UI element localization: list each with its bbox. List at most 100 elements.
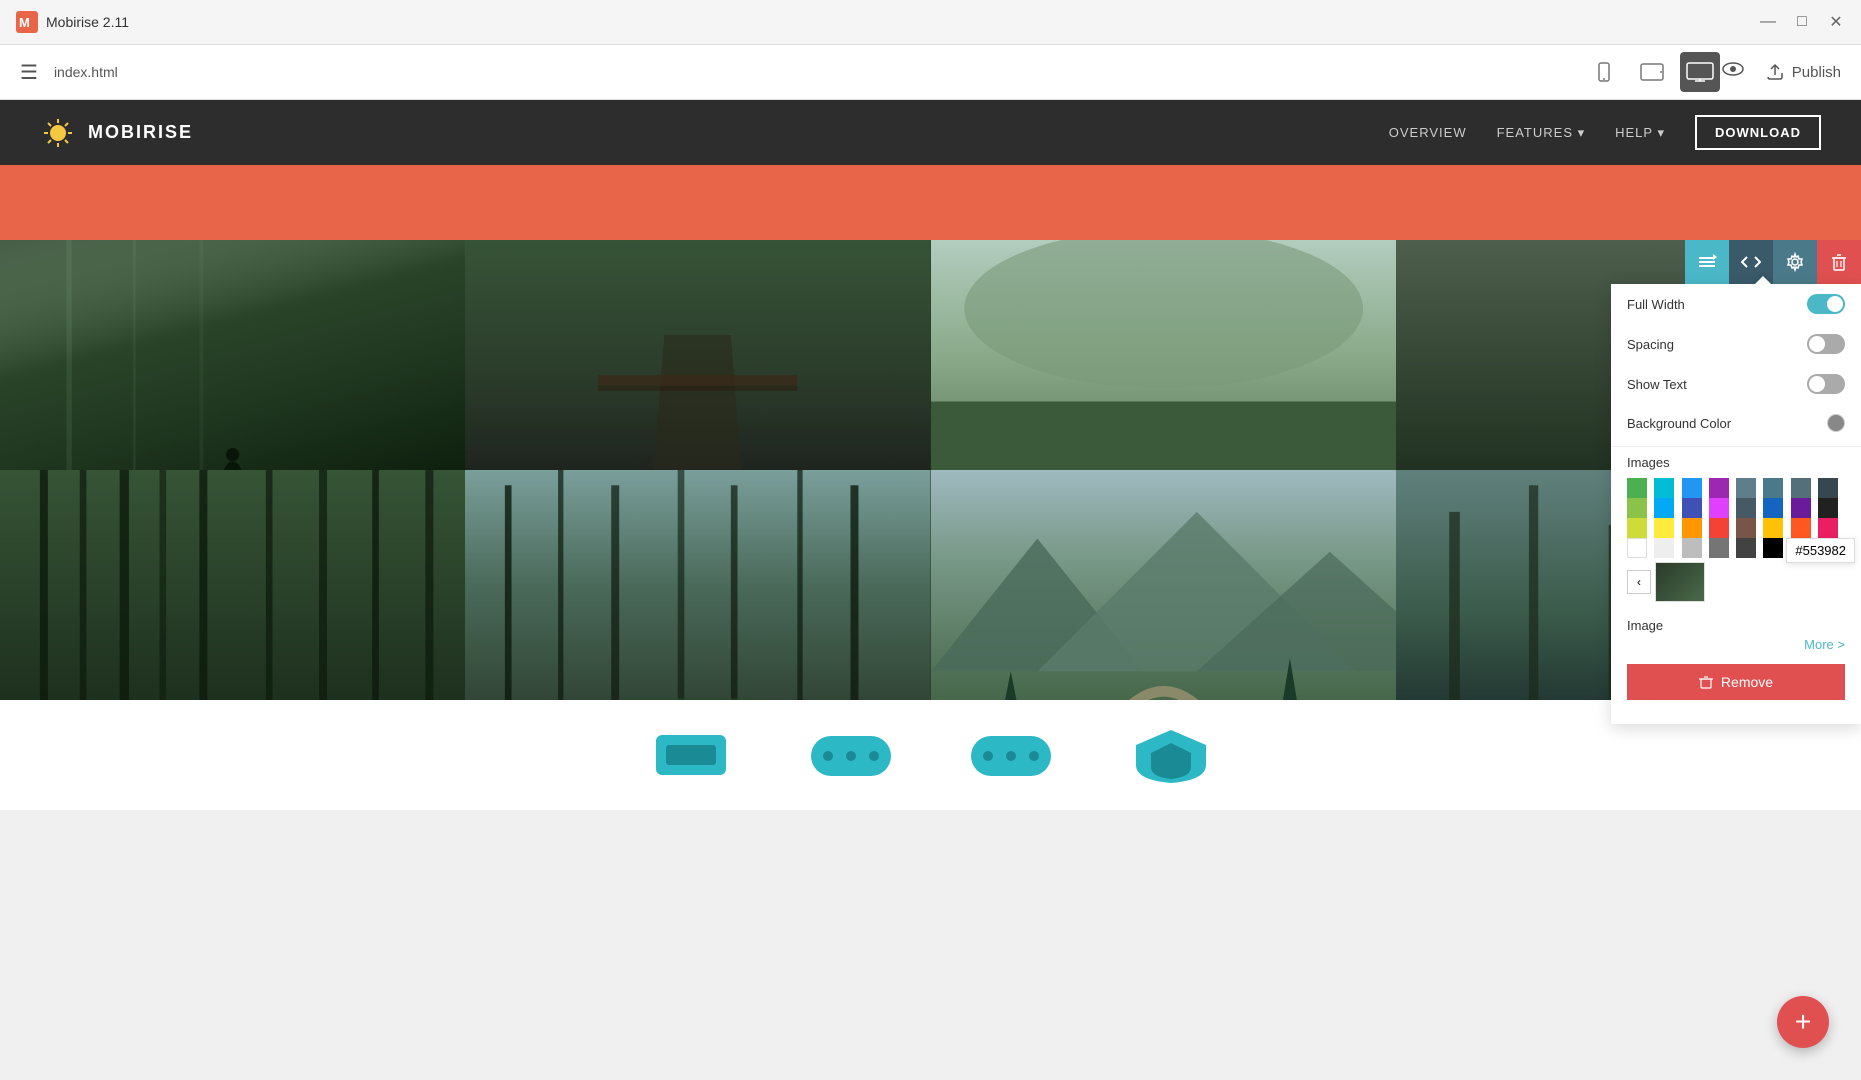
more-link[interactable]: More > (1611, 633, 1861, 656)
close-button[interactable]: ✕ (1827, 13, 1845, 31)
color-purple[interactable] (1709, 478, 1729, 498)
device-switcher (1584, 52, 1720, 92)
gallery-cell-1 (0, 240, 465, 470)
color-light-gray[interactable] (1654, 538, 1674, 558)
nav-help[interactable]: HELP ▾ (1615, 125, 1665, 141)
color-medium-gray[interactable] (1682, 538, 1702, 558)
trash-icon-small (1699, 675, 1713, 689)
publish-button[interactable]: Publish (1766, 63, 1841, 81)
mobile-view-button[interactable] (1584, 52, 1624, 92)
window-controls: — □ ✕ (1759, 13, 1845, 31)
color-pink-2[interactable] (1818, 518, 1838, 538)
gallery-cell-2 (465, 240, 930, 470)
gallery-img-6 (465, 470, 930, 700)
color-blue-2[interactable] (1763, 498, 1783, 518)
preview-button[interactable] (1720, 58, 1746, 86)
svg-text:M: M (19, 15, 30, 30)
arrange-button[interactable] (1685, 240, 1729, 284)
spacing-toggle[interactable] (1807, 334, 1845, 354)
color-light-blue[interactable] (1654, 498, 1674, 518)
image-thumbnail (1655, 562, 1705, 602)
bg-color-swatch[interactable] (1827, 414, 1845, 432)
remove-label: Remove (1721, 674, 1773, 690)
color-dark-gray[interactable] (1736, 538, 1756, 558)
menu-icon[interactable]: ☰ (20, 60, 38, 85)
show-text-label: Show Text (1627, 377, 1687, 392)
icon-3 (971, 725, 1051, 785)
icon-2 (811, 725, 891, 785)
site-logo: MOBIRISE (40, 115, 193, 151)
feature-icon-2 (806, 728, 896, 783)
settings-button[interactable] (1773, 240, 1817, 284)
site-navbar: MOBIRISE OVERVIEW FEATURES ▾ HELP ▾ DOWN… (0, 100, 1861, 165)
main-toolbar: ☰ index.html (0, 45, 1861, 100)
color-cyan[interactable] (1654, 478, 1674, 498)
full-width-row: Full Width (1611, 284, 1861, 324)
color-yellow[interactable] (1654, 518, 1674, 538)
delete-button[interactable] (1817, 240, 1861, 284)
color-blue-gray[interactable] (1736, 478, 1756, 498)
color-black[interactable] (1763, 538, 1783, 558)
gallery-cell-7 (931, 470, 1396, 700)
block-toolbar (1685, 240, 1861, 284)
gallery-img-3 (931, 240, 1396, 470)
color-gray[interactable] (1709, 538, 1729, 558)
color-dark-1[interactable] (1818, 498, 1838, 518)
color-yellow-green[interactable] (1627, 518, 1647, 538)
app-logo: M Mobirise 2.11 (16, 11, 129, 33)
publish-label: Publish (1792, 64, 1841, 81)
toolbar-right: Publish (1720, 58, 1841, 86)
color-purple-dark[interactable] (1791, 498, 1811, 518)
color-red[interactable] (1709, 518, 1729, 538)
hex-value: #553982 (1795, 543, 1846, 558)
nav-features[interactable]: FEATURES ▾ (1497, 125, 1586, 141)
color-blue[interactable] (1682, 478, 1702, 498)
site-brand-name: MOBIRISE (88, 122, 193, 143)
code-icon (1741, 252, 1761, 272)
show-text-row: Show Text (1611, 364, 1861, 404)
site-logo-sun-icon (40, 115, 76, 151)
eye-icon (1720, 58, 1746, 80)
remove-button[interactable]: Remove (1627, 664, 1845, 700)
full-width-toggle[interactable] (1807, 294, 1845, 314)
nav-overview[interactable]: OVERVIEW (1389, 125, 1467, 140)
nav-download[interactable]: DOWNLOAD (1695, 115, 1821, 150)
desktop-view-button[interactable] (1680, 52, 1720, 92)
mobile-icon (1593, 61, 1615, 83)
minimize-button[interactable]: — (1759, 13, 1777, 31)
add-block-button[interactable]: + (1777, 996, 1829, 1048)
color-pink[interactable] (1709, 498, 1729, 518)
gallery-grid: Full Width Spacing Show Text (0, 240, 1861, 700)
color-slate[interactable] (1791, 478, 1811, 498)
divider-1 (1611, 446, 1861, 447)
tablet-view-button[interactable] (1632, 52, 1672, 92)
trash-icon (1829, 252, 1849, 272)
feature-icon-3 (966, 728, 1056, 783)
color-dark-slate[interactable] (1818, 478, 1838, 498)
color-white[interactable] (1627, 538, 1647, 558)
color-green[interactable] (1627, 478, 1647, 498)
color-indigo[interactable] (1682, 498, 1702, 518)
site-nav-links: OVERVIEW FEATURES ▾ HELP ▾ DOWNLOAD (1389, 115, 1821, 150)
color-brown[interactable] (1736, 518, 1756, 538)
show-text-toggle[interactable] (1807, 374, 1845, 394)
full-width-label: Full Width (1627, 297, 1685, 312)
app-title: Mobirise 2.11 (46, 14, 129, 30)
color-amber[interactable] (1763, 518, 1783, 538)
color-gray-slate[interactable] (1736, 498, 1756, 518)
app-logo-icon: M (16, 11, 38, 33)
gallery-cell-3 (931, 240, 1396, 470)
image-section-label: Image (1611, 614, 1861, 633)
spacing-knob (1809, 336, 1825, 352)
color-lime[interactable] (1627, 498, 1647, 518)
color-teal-dark[interactable] (1763, 478, 1783, 498)
desktop-icon (1686, 61, 1714, 83)
color-orange[interactable] (1682, 518, 1702, 538)
color-deep-orange[interactable] (1791, 518, 1811, 538)
gallery-cell-6 (465, 470, 930, 700)
maximize-button[interactable]: □ (1793, 13, 1811, 31)
orange-banner (0, 165, 1861, 240)
arrange-icon (1697, 252, 1717, 272)
icon-1 (651, 725, 731, 785)
prev-thumbnail[interactable]: ‹ (1627, 570, 1651, 594)
